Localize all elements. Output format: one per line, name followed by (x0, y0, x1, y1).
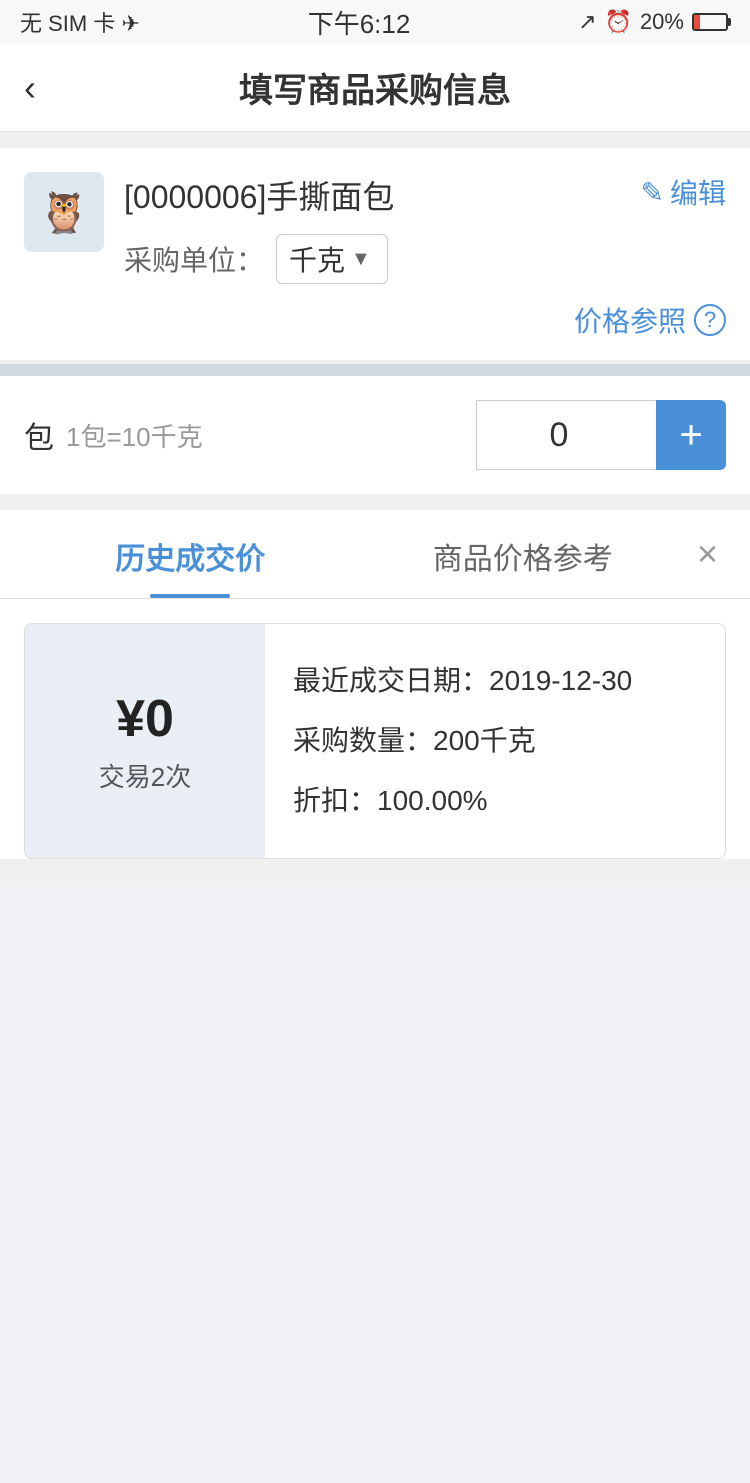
quantity-plus-button[interactable]: + (656, 400, 726, 470)
price-amount: ¥0 (116, 689, 174, 749)
back-button[interactable]: ‹ (24, 67, 36, 109)
recent-date-row: 最近成交日期：2019-12-30 (293, 660, 697, 702)
purchase-qty-value: 200千克 (433, 725, 536, 756)
price-value: 0 (145, 690, 174, 748)
recent-date-label: 最近成交日期： (293, 665, 489, 696)
price-ref-link[interactable]: 价格参照 (574, 300, 686, 340)
tab-active-indicator (150, 594, 230, 598)
recent-date-value: 2019-12-30 (489, 665, 632, 696)
battery-label: 20% (640, 9, 684, 35)
main-background (0, 883, 750, 1483)
quantity-unit-label: 包 (24, 413, 54, 457)
product-image: 🦉 (24, 172, 104, 252)
discount-label: 折扣： (293, 785, 377, 816)
edit-button[interactable]: ✎ 编辑 (641, 172, 726, 212)
section-divider (0, 364, 750, 376)
product-logo-icon: 🦉 (39, 189, 89, 236)
unit-label: 采购单位： (124, 239, 264, 279)
page-title: 填写商品采购信息 (239, 63, 511, 112)
product-info: [0000006]手撕面包 采购单位： 千克 ▼ (124, 172, 394, 284)
status-time: 下午6:12 (308, 4, 411, 41)
unit-value: 千克 (289, 239, 345, 279)
unit-selector[interactable]: 千克 ▼ (276, 234, 388, 284)
chevron-down-icon: ▼ (351, 248, 371, 271)
purchase-qty-label: 采购数量： (293, 725, 433, 756)
help-icon[interactable]: ? (694, 304, 726, 336)
nav-bar: ‹ 填写商品采购信息 (0, 44, 750, 132)
price-ref-card: ¥0 交易2次 最近成交日期：2019-12-30 采购数量：200千克 折扣：… (24, 623, 726, 859)
product-name: [0000006]手撕面包 (124, 172, 394, 218)
status-left: 无 SIM 卡 ✈ (20, 6, 140, 38)
quantity-unit-info: 1包=10千克 (66, 417, 476, 454)
price-ref-row: 价格参照 ? (574, 300, 726, 340)
unit-row: 采购单位： 千克 ▼ (124, 234, 394, 284)
location-icon: ↗ (578, 9, 596, 35)
tab-bar: 历史成交价 商品价格参考 × (0, 510, 750, 599)
quantity-row: 包 1包=10千克 + (0, 376, 750, 494)
discount-row: 折扣：100.00% (293, 780, 697, 822)
sim-label: 无 SIM 卡 ✈ (20, 6, 140, 38)
purchase-qty-row: 采购数量：200千克 (293, 720, 697, 762)
quantity-input[interactable] (476, 400, 656, 470)
tab-product-price-ref[interactable]: 商品价格参考 (356, 510, 688, 598)
alarm-icon: ⏰ (605, 9, 632, 35)
tab-history-price-label: 历史成交价 (115, 543, 265, 576)
product-card: 🦉 [0000006]手撕面包 采购单位： 千克 ▼ ✎ 编辑 价格参照 ? (0, 148, 750, 360)
edit-icon: ✎ (641, 176, 664, 209)
status-right: ↗ ⏰ 20% (578, 9, 730, 35)
discount-value: 100.00% (377, 785, 488, 816)
tab-section: 历史成交价 商品价格参考 × ¥0 交易2次 最近成交日期：2019-12-30… (0, 510, 750, 859)
edit-label: 编辑 (670, 172, 726, 212)
status-bar: 无 SIM 卡 ✈ 下午6:12 ↗ ⏰ 20% (0, 0, 750, 44)
price-detail-panel: 最近成交日期：2019-12-30 采购数量：200千克 折扣：100.00% (265, 624, 725, 858)
tab-product-price-ref-label: 商品价格参考 (433, 543, 613, 576)
quantity-input-wrap: + (476, 400, 726, 470)
trade-count: 交易2次 (99, 757, 191, 794)
tab-history-price[interactable]: 历史成交价 (24, 510, 356, 598)
currency-symbol: ¥ (116, 690, 145, 748)
battery-icon (692, 13, 730, 31)
price-summary-panel: ¥0 交易2次 (25, 624, 265, 858)
tab-close-button[interactable]: × (689, 525, 726, 583)
